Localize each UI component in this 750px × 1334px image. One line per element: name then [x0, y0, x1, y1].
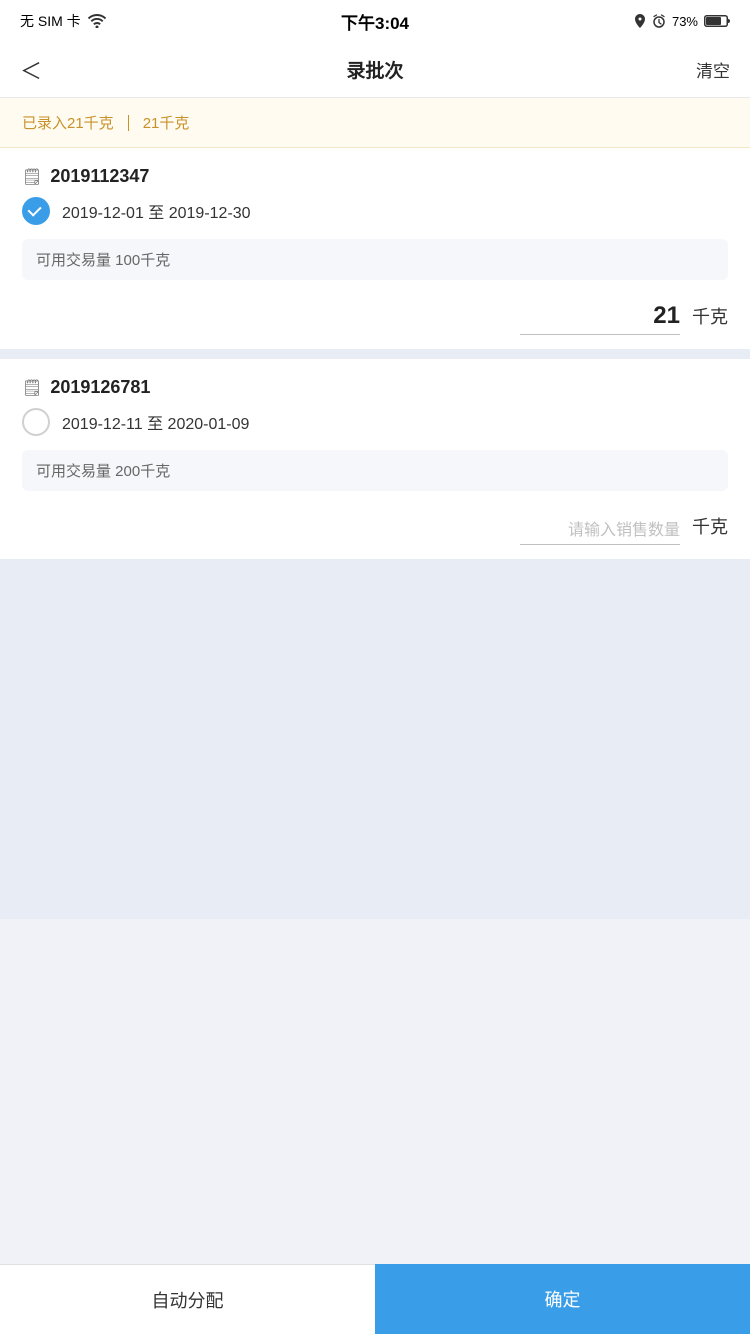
batch-id-icon-1: 🗒 [22, 167, 42, 187]
status-bar-time: 下午3:04 [341, 9, 409, 34]
qty-wrapper-2: 请输入销售数量 千克 [0, 503, 750, 559]
alarm-icon [652, 14, 666, 28]
battery-percent: 73% [672, 14, 698, 29]
sim-label: 无 SIM 卡 [20, 11, 81, 31]
status-bar: 无 SIM 卡 下午3:04 73% [0, 0, 750, 42]
info-divider [128, 115, 129, 131]
batch-date-row-1[interactable]: 2019-12-01 至 2019-12-30 [0, 193, 750, 235]
status-bar-left: 无 SIM 卡 [20, 11, 107, 31]
info-bar: 已录入21千克 21千克 [0, 98, 750, 148]
batch-date-2: 2019-12-11 至 2020-01-09 [62, 410, 249, 434]
info-value: 21千克 [143, 112, 190, 133]
qty-unit-2: 千克 [692, 513, 728, 545]
status-bar-right: 73% [634, 14, 730, 29]
battery-icon [704, 14, 730, 28]
qty-container-2[interactable]: 请输入销售数量 [520, 516, 680, 545]
batch-id-2: 2019126781 [50, 377, 150, 398]
qty-placeholder-2: 请输入销售数量 [568, 516, 680, 540]
qty-line-1 [520, 334, 680, 335]
info-label: 已录入21千克 [22, 112, 114, 133]
qty-value-1: 21 [653, 302, 680, 330]
radio-1[interactable] [22, 197, 50, 225]
nav-bar: ＜ 录批次 清空 [0, 42, 750, 98]
batch-date-row-2[interactable]: 2019-12-11 至 2020-01-09 [0, 404, 750, 446]
qty-wrapper-1: 21 千克 [0, 292, 750, 349]
available-row-2: 可用交易量 200千克 [22, 450, 728, 491]
batch-date-1: 2019-12-01 至 2019-12-30 [62, 199, 251, 223]
bottom-buttons: 自动分配 确定 [0, 1264, 750, 1334]
radio-2[interactable] [22, 408, 50, 436]
bottom-area [0, 559, 750, 919]
batch-id-1: 2019112347 [50, 166, 149, 187]
available-row-1: 可用交易量 100千克 [22, 239, 728, 280]
back-button[interactable]: ＜ [20, 50, 50, 90]
batch-card-2: 🗒 2019126781 2019-12-11 至 2020-01-09 可用交… [0, 359, 750, 559]
batch-separator [0, 349, 750, 359]
qty-unit-1: 千克 [692, 303, 728, 335]
batch-id-icon-2: 🗒 [22, 378, 42, 398]
location-icon [634, 14, 646, 28]
clear-button[interactable]: 清空 [696, 57, 730, 82]
qty-line-2 [520, 544, 680, 545]
batch-header-1: 🗒 2019112347 [0, 148, 750, 193]
batch-card-1: 🗒 2019112347 2019-12-01 至 2019-12-30 可用交… [0, 148, 750, 349]
auto-distribute-button[interactable]: 自动分配 [0, 1264, 375, 1334]
confirm-button[interactable]: 确定 [375, 1264, 750, 1334]
wifi-icon [87, 14, 107, 28]
page-title: 录批次 [346, 56, 403, 83]
qty-container-1[interactable]: 21 [520, 302, 680, 335]
batch-header-2: 🗒 2019126781 [0, 359, 750, 404]
available-label-1: 可用交易量 100千克 [36, 252, 170, 269]
available-label-2: 可用交易量 200千克 [36, 463, 170, 480]
